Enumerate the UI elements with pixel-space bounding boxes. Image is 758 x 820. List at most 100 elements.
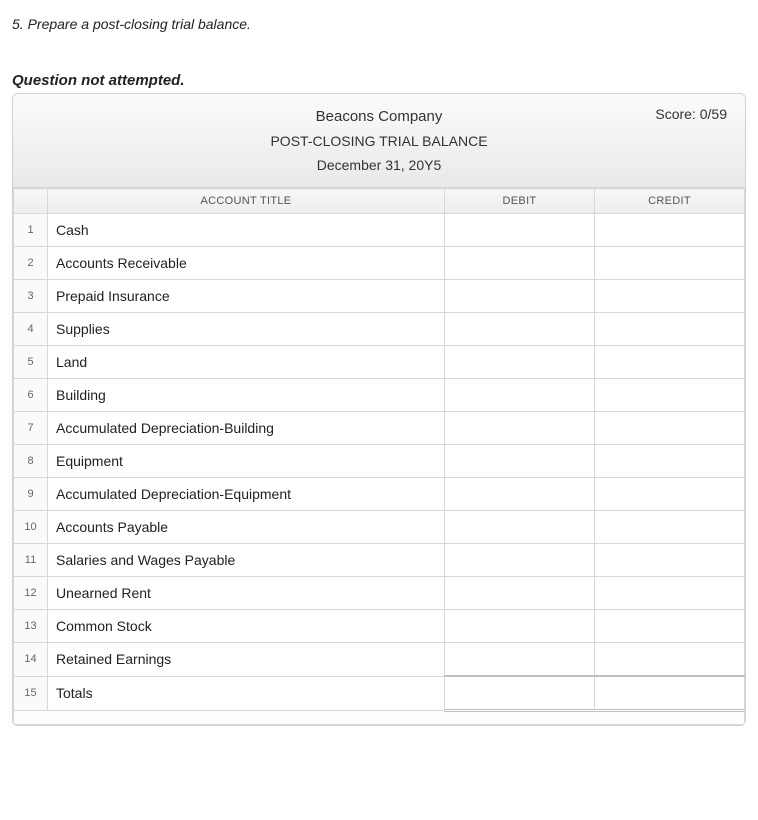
debit-input[interactable] bbox=[449, 350, 590, 374]
question-instruction: 5. Prepare a post-closing trial balance. bbox=[12, 16, 746, 32]
credit-cell bbox=[595, 346, 745, 379]
credit-cell bbox=[595, 445, 745, 478]
debit-input[interactable] bbox=[449, 317, 590, 341]
debit-input[interactable] bbox=[449, 284, 590, 308]
row-number: 11 bbox=[14, 544, 48, 577]
account-title-cell: Equipment bbox=[48, 445, 445, 478]
debit-cell bbox=[445, 280, 595, 313]
debit-cell bbox=[445, 643, 595, 677]
debit-input[interactable] bbox=[449, 383, 590, 407]
header-account: ACCOUNT TITLE bbox=[48, 189, 445, 214]
debit-cell bbox=[445, 577, 595, 610]
debit-cell bbox=[445, 445, 595, 478]
credit-input[interactable] bbox=[599, 383, 740, 407]
credit-cell bbox=[595, 676, 745, 711]
account-title-cell: Building bbox=[48, 379, 445, 412]
table-row: 1Cash bbox=[14, 214, 745, 247]
account-title-cell: Unearned Rent bbox=[48, 577, 445, 610]
credit-input[interactable] bbox=[599, 482, 740, 506]
debit-cell bbox=[445, 214, 595, 247]
credit-input[interactable] bbox=[599, 218, 740, 242]
table-row: 3Prepaid Insurance bbox=[14, 280, 745, 313]
table-header-row: ACCOUNT TITLE DEBIT CREDIT bbox=[14, 189, 745, 214]
attempt-status: Question not attempted. bbox=[12, 72, 746, 89]
credit-cell bbox=[595, 478, 745, 511]
table-row: 10Accounts Payable bbox=[14, 511, 745, 544]
table-row: 11Salaries and Wages Payable bbox=[14, 544, 745, 577]
debit-input[interactable] bbox=[449, 548, 590, 572]
account-title-cell: Accumulated Depreciation-Equipment bbox=[48, 478, 445, 511]
credit-input[interactable] bbox=[599, 284, 740, 308]
credit-input[interactable] bbox=[599, 581, 740, 605]
credit-input[interactable] bbox=[599, 647, 740, 671]
trial-balance-panel: Score: 0/59 Beacons Company POST-CLOSING… bbox=[12, 93, 746, 726]
credit-input[interactable] bbox=[599, 449, 740, 473]
credit-cell bbox=[595, 610, 745, 643]
credit-cell bbox=[595, 643, 745, 677]
credit-cell bbox=[595, 280, 745, 313]
debit-input[interactable] bbox=[449, 251, 590, 275]
debit-input[interactable] bbox=[449, 482, 590, 506]
row-number: 6 bbox=[14, 379, 48, 412]
debit-input[interactable] bbox=[449, 218, 590, 242]
credit-cell bbox=[595, 544, 745, 577]
company-name: Beacons Company bbox=[23, 108, 735, 125]
debit-cell bbox=[445, 412, 595, 445]
account-title-cell: Retained Earnings bbox=[48, 643, 445, 677]
table-row: 6Building bbox=[14, 379, 745, 412]
account-title-cell: Accounts Payable bbox=[48, 511, 445, 544]
table-row: 14Retained Earnings bbox=[14, 643, 745, 677]
row-number: 7 bbox=[14, 412, 48, 445]
debit-cell bbox=[445, 478, 595, 511]
account-title-cell: Land bbox=[48, 346, 445, 379]
debit-input[interactable] bbox=[449, 681, 590, 705]
credit-cell bbox=[595, 214, 745, 247]
debit-cell bbox=[445, 610, 595, 643]
debit-input[interactable] bbox=[449, 416, 590, 440]
credit-input[interactable] bbox=[599, 251, 740, 275]
score-display: Score: 0/59 bbox=[655, 106, 727, 122]
row-number: 2 bbox=[14, 247, 48, 280]
table-row: 4Supplies bbox=[14, 313, 745, 346]
table-row: 2Accounts Receivable bbox=[14, 247, 745, 280]
debit-cell bbox=[445, 379, 595, 412]
debit-input[interactable] bbox=[449, 515, 590, 539]
credit-cell bbox=[595, 577, 745, 610]
account-title-cell: Accounts Receivable bbox=[48, 247, 445, 280]
debit-input[interactable] bbox=[449, 581, 590, 605]
debit-input[interactable] bbox=[449, 614, 590, 638]
credit-input[interactable] bbox=[599, 317, 740, 341]
row-number: 12 bbox=[14, 577, 48, 610]
credit-cell bbox=[595, 511, 745, 544]
credit-input[interactable] bbox=[599, 416, 740, 440]
row-number: 3 bbox=[14, 280, 48, 313]
credit-input[interactable] bbox=[599, 548, 740, 572]
table-row: 7Accumulated Depreciation-Building bbox=[14, 412, 745, 445]
debit-cell bbox=[445, 544, 595, 577]
header-debit: DEBIT bbox=[445, 189, 595, 214]
trial-balance-table: ACCOUNT TITLE DEBIT CREDIT 1Cash2Account… bbox=[13, 188, 745, 725]
debit-cell bbox=[445, 511, 595, 544]
debit-input[interactable] bbox=[449, 449, 590, 473]
debit-cell bbox=[445, 313, 595, 346]
account-title-cell: Salaries and Wages Payable bbox=[48, 544, 445, 577]
credit-input[interactable] bbox=[599, 681, 740, 705]
row-number: 8 bbox=[14, 445, 48, 478]
table-row: 12Unearned Rent bbox=[14, 577, 745, 610]
credit-cell bbox=[595, 412, 745, 445]
credit-input[interactable] bbox=[599, 515, 740, 539]
credit-input[interactable] bbox=[599, 350, 740, 374]
row-number: 5 bbox=[14, 346, 48, 379]
debit-cell bbox=[445, 676, 595, 711]
row-number: 13 bbox=[14, 610, 48, 643]
credit-input[interactable] bbox=[599, 614, 740, 638]
account-title-cell: Supplies bbox=[48, 313, 445, 346]
account-title-cell: Common Stock bbox=[48, 610, 445, 643]
account-title-cell: Prepaid Insurance bbox=[48, 280, 445, 313]
panel-header: Score: 0/59 Beacons Company POST-CLOSING… bbox=[13, 94, 745, 188]
row-number: 4 bbox=[14, 313, 48, 346]
table-row: 8Equipment bbox=[14, 445, 745, 478]
table-row: 13Common Stock bbox=[14, 610, 745, 643]
debit-input[interactable] bbox=[449, 647, 590, 671]
row-number: 15 bbox=[14, 676, 48, 711]
